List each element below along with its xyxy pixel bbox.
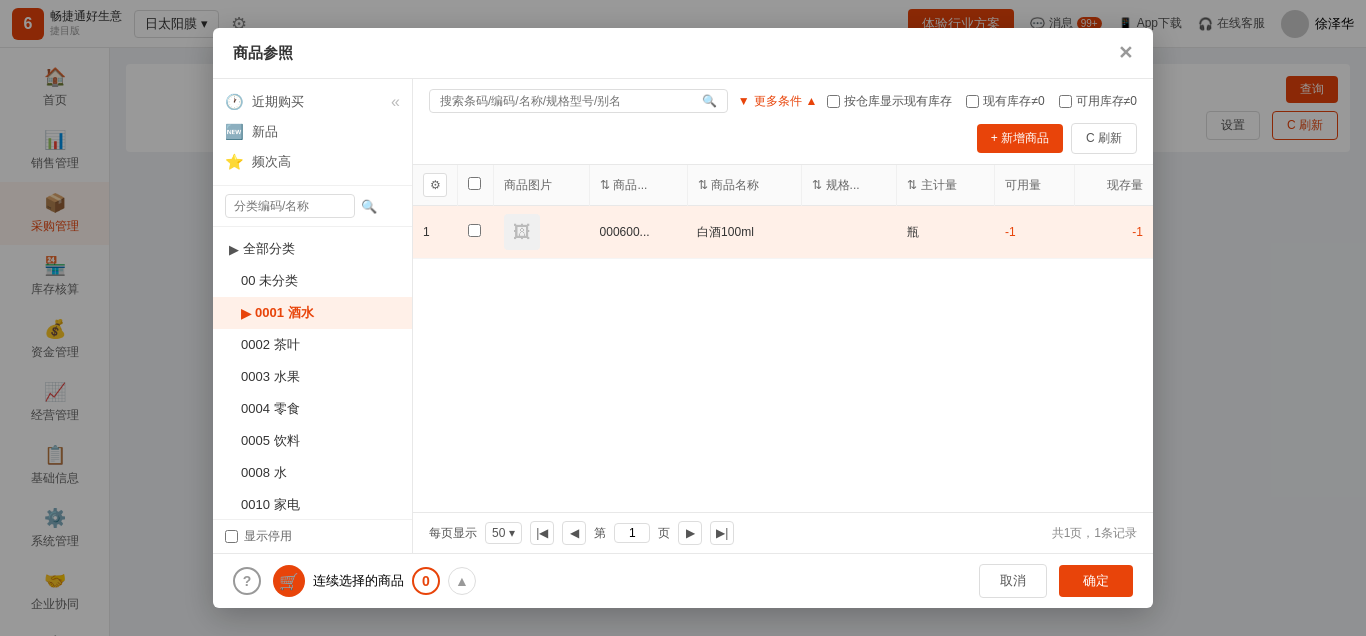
cat-water[interactable]: 0008 水 — [213, 457, 412, 489]
new-icon: 🆕 — [225, 123, 244, 141]
search-icon2[interactable]: 🔍 — [702, 94, 717, 108]
th-checkbox — [458, 165, 494, 206]
th-spec[interactable]: ⇅ 规格... — [802, 165, 897, 206]
checkbox-warehouse-input[interactable] — [827, 95, 840, 108]
refresh-product-btn[interactable]: C 刷新 — [1071, 123, 1137, 154]
cat-all[interactable]: ▶ 全部分类 — [213, 233, 412, 265]
help-btn[interactable]: ? — [233, 567, 261, 595]
modal-close-btn[interactable]: ✕ — [1118, 42, 1133, 64]
page-size-select[interactable]: 50 ▾ — [485, 522, 522, 544]
table-row[interactable]: 1 🖼 000600... 白酒100ml 瓶 — [413, 206, 1153, 259]
row-unit: 瓶 — [897, 206, 995, 259]
table-header: ⚙ 商品图片 ⇅ 商品... — [413, 165, 1153, 206]
modal-header: 商品参照 ✕ — [213, 28, 1153, 79]
product-data-table: ⚙ 商品图片 ⇅ 商品... — [413, 165, 1153, 259]
product-search-box: 🔍 — [429, 89, 728, 113]
cat-snacks[interactable]: 0004 零食 — [213, 393, 412, 425]
checkbox-stock-nonzero[interactable]: 现有库存≠0 — [966, 93, 1044, 110]
cat-drinks[interactable]: 0005 饮料 — [213, 425, 412, 457]
checkbox-available-nonzero[interactable]: 可用库存≠0 — [1059, 93, 1137, 110]
th-available: 可用量 — [995, 165, 1074, 206]
filter-recent[interactable]: 🕐 近期购买 « — [225, 87, 400, 117]
pagination-bar: 每页显示 50 ▾ |◀ ◀ 第 页 ▶ ▶| 共1页，1条记录 — [413, 512, 1153, 553]
product-modal: 商品参照 ✕ 🕐 近期购买 « 🆕 新品 ⭐ — [213, 28, 1153, 608]
cat-unclassified[interactable]: 00 未分类 — [213, 265, 412, 297]
cat-arrow-icon: ▶ — [229, 242, 239, 257]
display-disabled-checkbox[interactable] — [225, 530, 238, 543]
cart-icon: 🛒 — [273, 565, 305, 597]
modal-footer: ? 🛒 连续选择的商品 0 ▲ 取消 确定 — [213, 553, 1153, 608]
modal-overlay: 商品参照 ✕ 🕐 近期购买 « 🆕 新品 ⭐ — [0, 0, 1366, 636]
filter-frequent[interactable]: ⭐ 频次高 — [225, 147, 400, 177]
checkbox-stock-input[interactable] — [966, 95, 979, 108]
category-search-input[interactable] — [225, 194, 355, 218]
th-settings: ⚙ — [413, 165, 458, 206]
row-name: 白酒100ml — [687, 206, 802, 259]
th-name[interactable]: ⇅ 商品名称 — [687, 165, 802, 206]
row-code: 000600... — [590, 206, 688, 259]
add-product-btn[interactable]: + 新增商品 — [977, 124, 1063, 153]
confirm-btn[interactable]: 确定 — [1059, 565, 1133, 597]
first-page-btn[interactable]: |◀ — [530, 521, 554, 545]
page-number-input[interactable] — [614, 523, 650, 543]
page-size-chevron: ▾ — [509, 526, 515, 540]
last-page-btn[interactable]: ▶| — [710, 521, 734, 545]
category-search: 🔍 — [213, 186, 412, 227]
next-page-btn[interactable]: ▶ — [678, 521, 702, 545]
th-stock: 现存量 — [1074, 165, 1153, 206]
search-icon[interactable]: 🔍 — [361, 199, 377, 214]
product-table: ⚙ 商品图片 ⇅ 商品... — [413, 165, 1153, 512]
modal-body: 🕐 近期购买 « 🆕 新品 ⭐ 频次高 🔍 — [213, 79, 1153, 553]
product-search-input[interactable] — [440, 94, 696, 108]
checkbox-available-input[interactable] — [1059, 95, 1072, 108]
cat-tea[interactable]: 0002 茶叶 — [213, 329, 412, 361]
quick-filters: 🕐 近期购买 « 🆕 新品 ⭐ 频次高 — [213, 79, 412, 186]
filter-icon: ▼ — [738, 94, 750, 108]
cancel-btn[interactable]: 取消 — [979, 564, 1047, 598]
toolbar-actions: + 新增商品 C 刷新 — [977, 123, 1137, 154]
row-num: 1 — [413, 206, 458, 259]
th-code[interactable]: ⇅ 商品... — [590, 165, 688, 206]
column-settings-btn[interactable]: ⚙ — [423, 173, 447, 197]
category-panel: 🕐 近期购买 « 🆕 新品 ⭐ 频次高 🔍 — [213, 79, 413, 553]
page-info: 共1页，1条记录 — [1052, 525, 1137, 542]
th-unit[interactable]: ⇅ 主计量 — [897, 165, 995, 206]
filter-checkboxes: 按仓库显示现有库存 现有库存≠0 可用库存≠0 — [827, 93, 1137, 110]
cat-appliances[interactable]: 0010 家电 — [213, 489, 412, 519]
cart-count: 0 — [412, 567, 440, 595]
filter-new[interactable]: 🆕 新品 — [225, 117, 400, 147]
select-all-checkbox[interactable] — [468, 177, 481, 190]
collapse-cart-btn[interactable]: ▲ — [448, 567, 476, 595]
product-thumbnail: 🖼 — [504, 214, 540, 250]
display-disabled-section: 显示停用 — [213, 519, 412, 553]
row-image: 🖼 — [494, 206, 590, 259]
row-spec — [802, 206, 897, 259]
table-body: 1 🖼 000600... 白酒100ml 瓶 — [413, 206, 1153, 259]
more-filter-btn[interactable]: ▼ 更多条件 ▲ — [738, 93, 818, 110]
row-select-checkbox[interactable] — [468, 224, 481, 237]
cat-active-arrow: ▶ — [241, 306, 251, 321]
product-toolbar: 🔍 ▼ 更多条件 ▲ 按仓库显示现有库存 现 — [413, 79, 1153, 165]
row-checkbox — [458, 206, 494, 259]
sort-icon: ⇅ — [600, 178, 610, 192]
checkbox-warehouse[interactable]: 按仓库显示现有库存 — [827, 93, 952, 110]
collapse-icon-recent[interactable]: « — [391, 93, 400, 111]
cat-fruit[interactable]: 0003 水果 — [213, 361, 412, 393]
row-stock: -1 — [1074, 206, 1153, 259]
cat-wine[interactable]: ▶ 0001 酒水 — [213, 297, 412, 329]
sort-icon2: ⇅ — [698, 178, 708, 192]
chevron-up-icon: ▲ — [806, 94, 818, 108]
row-available: -1 — [995, 206, 1074, 259]
sort-icon4: ⇅ — [907, 178, 917, 192]
prev-page-btn[interactable]: ◀ — [562, 521, 586, 545]
category-list: ▶ 全部分类 00 未分类 ▶ 0001 酒水 0002 茶叶 0003 水果 — [213, 227, 412, 519]
modal-title: 商品参照 — [233, 44, 293, 63]
star-icon: ⭐ — [225, 153, 244, 171]
clock-icon: 🕐 — [225, 93, 244, 111]
product-panel: 🔍 ▼ 更多条件 ▲ 按仓库显示现有库存 现 — [413, 79, 1153, 553]
cart-area: 🛒 连续选择的商品 0 ▲ — [273, 565, 967, 597]
sort-icon3: ⇅ — [812, 178, 822, 192]
th-image: 商品图片 — [494, 165, 590, 206]
